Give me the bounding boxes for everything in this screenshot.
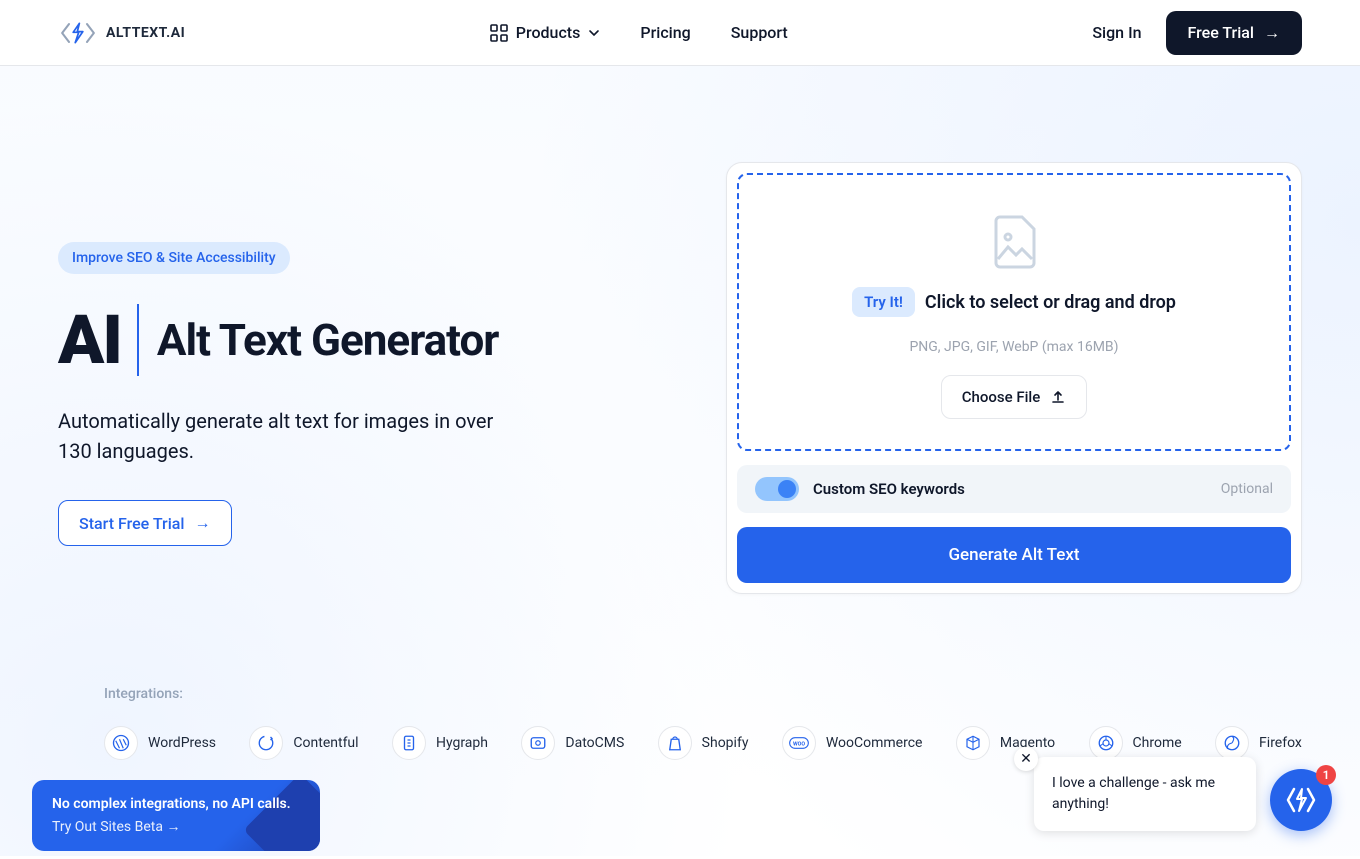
integration-label: Firefox (1259, 735, 1302, 751)
integrations-title: Integrations: (104, 686, 1302, 702)
start-free-trial-button[interactable]: Start Free Trial → (58, 500, 232, 546)
arrow-right-icon: → (195, 513, 211, 533)
chat-widget: ✕ I love a challenge - ask me anything! … (1034, 757, 1332, 831)
upload-panel: Try It! Click to select or drag and drop… (726, 162, 1302, 594)
nav-center: Products Pricing Support (490, 23, 788, 42)
choose-file-button[interactable]: Choose File (941, 375, 1088, 419)
hero-subheading: Automatically generate alt text for imag… (58, 406, 498, 466)
integration-shopify[interactable]: Shopify (658, 726, 749, 760)
hero-left: Improve SEO & Site Accessibility AI Alt … (58, 162, 578, 594)
integration-label: WordPress (148, 735, 216, 751)
free-trial-button[interactable]: Free Trial → (1166, 11, 1303, 55)
integration-icon (658, 726, 692, 760)
hero-heading-rest: Alt Text Generator (157, 314, 499, 366)
integrations-row: WordPress Contentful Hygraph DatoCMS Shopify… (104, 726, 1302, 760)
try-it-pill: Try It! (852, 287, 915, 317)
chevron-down-icon (588, 27, 600, 39)
integration-icon (249, 726, 283, 760)
integration-icon (1089, 726, 1123, 760)
integration-icon (1215, 726, 1249, 760)
hero-right: Try It! Click to select or drag and drop… (602, 162, 1302, 594)
nav-right: Sign In Free Trial → (1092, 11, 1302, 55)
integration-hygraph[interactable]: Hygraph (392, 726, 488, 760)
hero-heading-ai: AI (58, 300, 137, 380)
integration-icon (521, 726, 555, 760)
main-header: ALTTEXT.AI Products Pricing Support Sign… (0, 0, 1360, 66)
integration-woocommerce[interactable]: WOO WooCommerce (782, 726, 923, 760)
nav-support[interactable]: Support (731, 23, 788, 42)
integration-datocms[interactable]: DatoCMS (521, 726, 624, 760)
keywords-toggle[interactable] (755, 477, 799, 501)
keywords-optional: Optional (1221, 481, 1273, 497)
signin-link[interactable]: Sign In (1092, 23, 1141, 42)
integrations-section: Integrations: WordPress Contentful Hygraph… (104, 686, 1302, 760)
chat-logo-icon (1284, 783, 1318, 817)
chat-fab[interactable]: 1 (1270, 769, 1332, 831)
svg-text:WOO: WOO (793, 742, 805, 748)
integration-icon (104, 726, 138, 760)
grid-icon (490, 24, 508, 42)
promo-banner[interactable]: No complex integrations, no API calls. T… (32, 780, 320, 851)
integration-chrome[interactable]: Chrome (1089, 726, 1182, 760)
chat-close-button[interactable]: ✕ (1014, 747, 1038, 771)
keywords-bar: Custom SEO keywords Optional (737, 465, 1291, 513)
nav-products[interactable]: Products (490, 23, 601, 42)
chat-bubble[interactable]: ✕ I love a challenge - ask me anything! (1034, 757, 1256, 831)
integration-icon (956, 726, 990, 760)
chat-message: I love a challenge - ask me anything! (1052, 775, 1215, 812)
integration-wordpress[interactable]: WordPress (104, 726, 216, 760)
close-icon: ✕ (1020, 749, 1032, 770)
integration-label: Shopify (702, 735, 749, 751)
dropzone-label: Click to select or drag and drop (925, 292, 1176, 313)
generate-button[interactable]: Generate Alt Text (737, 527, 1291, 583)
image-icon (990, 215, 1038, 273)
upload-icon (1050, 389, 1066, 405)
integration-icon: WOO (782, 726, 816, 760)
integration-magento[interactable]: Magento (956, 726, 1055, 760)
keywords-label: Custom SEO keywords (813, 480, 1207, 498)
hero-heading-divider (137, 304, 139, 376)
integration-label: Chrome (1133, 735, 1182, 751)
dropzone-hint: PNG, JPG, GIF, WebP (max 16MB) (909, 339, 1118, 355)
integration-label: WooCommerce (826, 735, 923, 751)
dropzone[interactable]: Try It! Click to select or drag and drop… (737, 173, 1291, 451)
integration-label: Contentful (293, 735, 358, 751)
hero-section: Improve SEO & Site Accessibility AI Alt … (0, 66, 1360, 856)
logo-icon (58, 13, 98, 53)
integration-icon (392, 726, 426, 760)
integration-firefox[interactable]: Firefox (1215, 726, 1302, 760)
arrow-right-icon: → (1264, 23, 1280, 43)
logo-text: ALTTEXT.AI (106, 25, 185, 41)
logo[interactable]: ALTTEXT.AI (58, 13, 185, 53)
integration-label: DatoCMS (565, 735, 624, 751)
promo-title: No complex integrations, no API calls. (52, 796, 300, 812)
tagline-pill: Improve SEO & Site Accessibility (58, 242, 290, 274)
integration-contentful[interactable]: Contentful (249, 726, 358, 760)
toggle-knob (778, 480, 796, 498)
chat-badge: 1 (1316, 765, 1336, 785)
nav-pricing[interactable]: Pricing (640, 23, 690, 42)
integration-label: Hygraph (436, 735, 488, 751)
promo-sub: Try Out Sites Beta → (52, 818, 300, 835)
